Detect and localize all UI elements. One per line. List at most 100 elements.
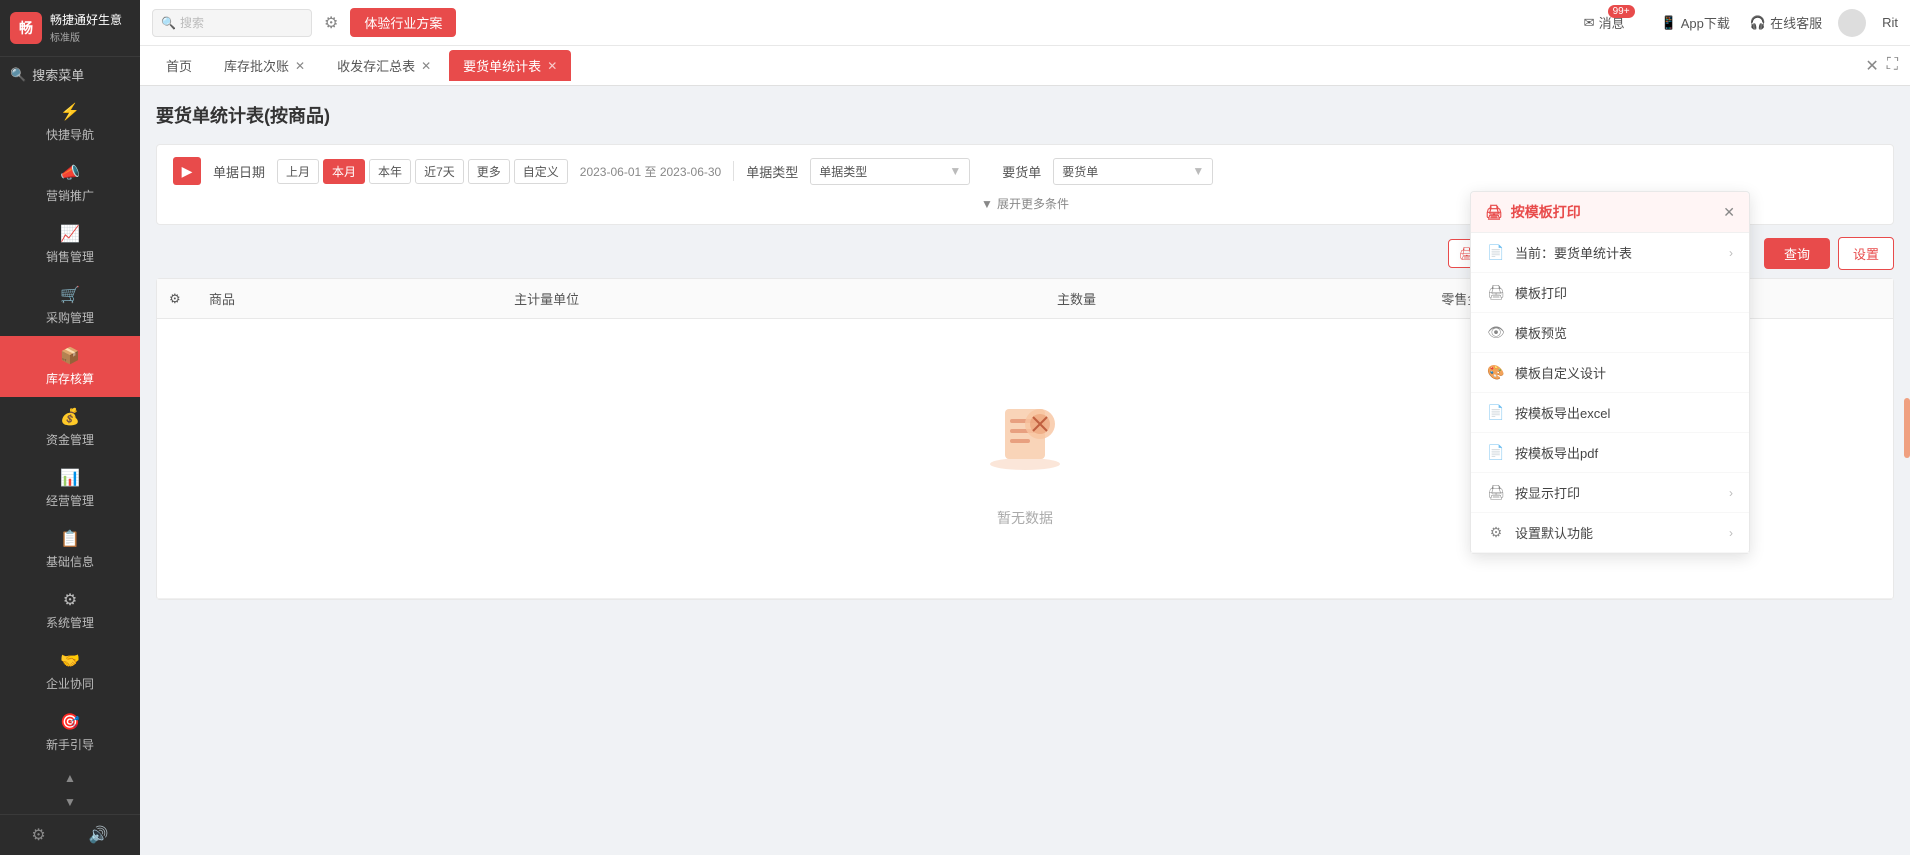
sidebar-item-guide[interactable]: 🎯 新手引导 — [0, 702, 140, 763]
date-current-month[interactable]: 本月 — [323, 159, 365, 184]
filter-divider — [733, 161, 734, 181]
topbar: 🔍 搜索 ⚙ 体验行业方案 ✉ 消息 99+ 📱 App下载 🎧 在线客服 Ri… — [140, 0, 1910, 46]
filter-row: ▶ 单据日期 上月 本月 本年 近7天 更多 自定义 2023-06-01 至 … — [173, 157, 1877, 185]
dropdown-current-left: 📄 当前：要货单统计表 — [1487, 243, 1632, 262]
tab-order-stats[interactable]: 要货单统计表 ✕ — [449, 50, 571, 81]
footer-sound-icon[interactable]: 🔊 — [89, 825, 109, 845]
dropdown-current-label: 当前：要货单统计表 — [1515, 243, 1632, 262]
tab-receipt-summary-label: 收发存汇总表 — [337, 56, 415, 75]
app-version: 标准版 — [50, 29, 122, 44]
main-content: 要货单统计表(按商品) ▶ 单据日期 上月 本月 本年 近7天 更多 自定义 2… — [140, 86, 1910, 855]
tab-inventory-batch[interactable]: 库存批次账 ✕ — [210, 50, 319, 81]
right-scrollbar[interactable] — [1904, 398, 1910, 458]
app-download-label: App下载 — [1681, 13, 1730, 32]
query-btn[interactable]: 查询 — [1764, 238, 1830, 269]
footer-settings-icon[interactable]: ⚙ — [31, 825, 45, 845]
date-more[interactable]: 更多 — [468, 159, 510, 184]
sidebar-item-marketing[interactable]: 📣 营销推广 — [0, 153, 140, 214]
industry-btn[interactable]: 体验行业方案 — [350, 8, 456, 37]
empty-illustration — [975, 389, 1075, 498]
operations-icon: 📊 — [60, 468, 80, 488]
current-template-arrow: › — [1729, 246, 1733, 260]
date-custom[interactable]: 自定义 — [514, 159, 568, 184]
type-filter-label: 单据类型 — [746, 162, 798, 181]
tab-inventory-batch-label: 库存批次账 — [224, 56, 289, 75]
dropdown-set-default-label: 设置默认功能 — [1515, 523, 1593, 542]
message-badge[interactable]: ✉ 消息 99+ — [1584, 13, 1625, 32]
sidebar-item-label: 营销推广 — [46, 187, 94, 204]
dropdown-export-pdf-label: 按模板导出pdf — [1515, 443, 1598, 462]
dropdown-display-print[interactable]: 🖨 按显示打印 › — [1471, 473, 1749, 513]
dropdown-template-preview[interactable]: 👁 模板预览 — [1471, 313, 1749, 353]
window-controls: ✕ ⛶ — [1865, 56, 1898, 76]
sidebar-item-collab[interactable]: 🤝 企业协同 — [0, 641, 140, 702]
finance-icon: 💰 — [60, 407, 80, 427]
set-default-icon: ⚙ — [1487, 524, 1505, 541]
date-buttons: 上月 本月 本年 近7天 更多 自定义 — [277, 159, 568, 184]
dropdown-export-pdf-left: 📄 按模板导出pdf — [1487, 443, 1598, 462]
dropdown-close-icon[interactable]: ✕ — [1723, 204, 1735, 221]
date-prev-month[interactable]: 上月 — [277, 159, 319, 184]
topbar-settings-icon[interactable]: ⚙ — [324, 13, 338, 33]
expand-icon: ▼ — [981, 197, 993, 211]
sidebar-item-label: 系统管理 — [46, 614, 94, 631]
dropdown-template-print[interactable]: 🖨 模板打印 — [1471, 273, 1749, 313]
sidebar-item-label: 库存核算 — [46, 370, 94, 387]
th-unit: 主计量单位 — [502, 279, 1045, 319]
date-last7[interactable]: 近7天 — [415, 159, 464, 184]
message-count: 99+ — [1608, 5, 1635, 18]
tab-home[interactable]: 首页 — [152, 50, 206, 81]
collab-icon: 🤝 — [60, 651, 80, 671]
sidebar-item-finance[interactable]: 💰 资金管理 — [0, 397, 140, 458]
settings-btn[interactable]: 设置 — [1838, 237, 1894, 270]
tab-receipt-summary-close[interactable]: ✕ — [421, 59, 431, 73]
sidebar-item-basic[interactable]: 📋 基础信息 — [0, 519, 140, 580]
dropdown-display-print-left: 🖨 按显示打印 — [1487, 483, 1580, 502]
message-icon: ✉ — [1584, 15, 1595, 31]
close-window-icon[interactable]: ✕ — [1865, 56, 1878, 76]
dropdown-current-template[interactable]: 📄 当前：要货单统计表 › — [1471, 233, 1749, 273]
sidebar-scroll-down[interactable]: ▼ — [0, 790, 140, 814]
sidebar-footer: ⚙ 🔊 — [0, 814, 140, 855]
marketing-icon: 📣 — [60, 163, 80, 183]
dropdown-display-print-label: 按显示打印 — [1515, 483, 1580, 502]
dropdown-set-default[interactable]: ⚙ 设置默认功能 › — [1471, 513, 1749, 553]
sidebar-item-system[interactable]: ⚙ 系统管理 — [0, 580, 140, 641]
guide-icon: 🎯 — [60, 712, 80, 732]
tab-order-stats-close[interactable]: ✕ — [547, 59, 557, 73]
sidebar-item-purchase[interactable]: 🛒 采购管理 — [0, 275, 140, 336]
order-type-arrow: ▼ — [1192, 164, 1204, 178]
username[interactable]: Rit — [1882, 15, 1898, 30]
th-settings[interactable]: ⚙ — [157, 279, 197, 319]
online-service[interactable]: 🎧 在线客服 — [1750, 13, 1822, 32]
filter-expand-icon[interactable]: ▶ — [173, 157, 201, 185]
sidebar-scroll-up[interactable]: ▲ — [0, 766, 140, 790]
sidebar-item-quick-nav[interactable]: ⚡ 快捷导航 — [0, 92, 140, 153]
th-quantity: 主数量 — [1045, 279, 1429, 319]
tab-inventory-batch-close[interactable]: ✕ — [295, 59, 305, 73]
type-filter-select[interactable]: 单据类型 ▼ — [810, 158, 970, 185]
expand-window-icon[interactable]: ⛶ — [1887, 56, 1898, 76]
sales-icon: 📈 — [60, 224, 80, 244]
date-current-year[interactable]: 本年 — [369, 159, 411, 184]
tab-receipt-summary[interactable]: 收发存汇总表 ✕ — [323, 50, 445, 81]
order-type-select[interactable]: 要货单 ▼ — [1053, 158, 1213, 185]
dropdown-export-pdf[interactable]: 📄 按模板导出pdf — [1471, 433, 1749, 473]
sidebar-item-label: 快捷导航 — [46, 126, 94, 143]
date-range: 2023-06-01 至 2023-06-30 — [580, 163, 721, 180]
sidebar-item-operations[interactable]: 📊 经营管理 — [0, 458, 140, 519]
quick-nav-icon: ⚡ — [60, 102, 80, 122]
sidebar-search[interactable]: 🔍 搜索菜单 — [0, 57, 140, 92]
basic-icon: 📋 — [60, 529, 80, 549]
app-download[interactable]: 📱 App下载 — [1661, 13, 1730, 32]
dropdown-export-excel[interactable]: 📄 按模板导出excel — [1471, 393, 1749, 433]
type-filter-arrow: ▼ — [949, 164, 961, 178]
export-excel-icon: 📄 — [1487, 404, 1505, 421]
sidebar-item-inventory[interactable]: 📦 库存核算 — [0, 336, 140, 397]
sidebar-item-sales[interactable]: 📈 销售管理 — [0, 214, 140, 275]
topbar-search[interactable]: 🔍 搜索 — [152, 9, 312, 37]
dropdown-title: 按模板打印 — [1511, 202, 1581, 222]
app-icon: 📱 — [1661, 15, 1677, 31]
dropdown-template-design[interactable]: 🎨 模板自定义设计 — [1471, 353, 1749, 393]
column-settings-icon[interactable]: ⚙ — [169, 291, 181, 306]
